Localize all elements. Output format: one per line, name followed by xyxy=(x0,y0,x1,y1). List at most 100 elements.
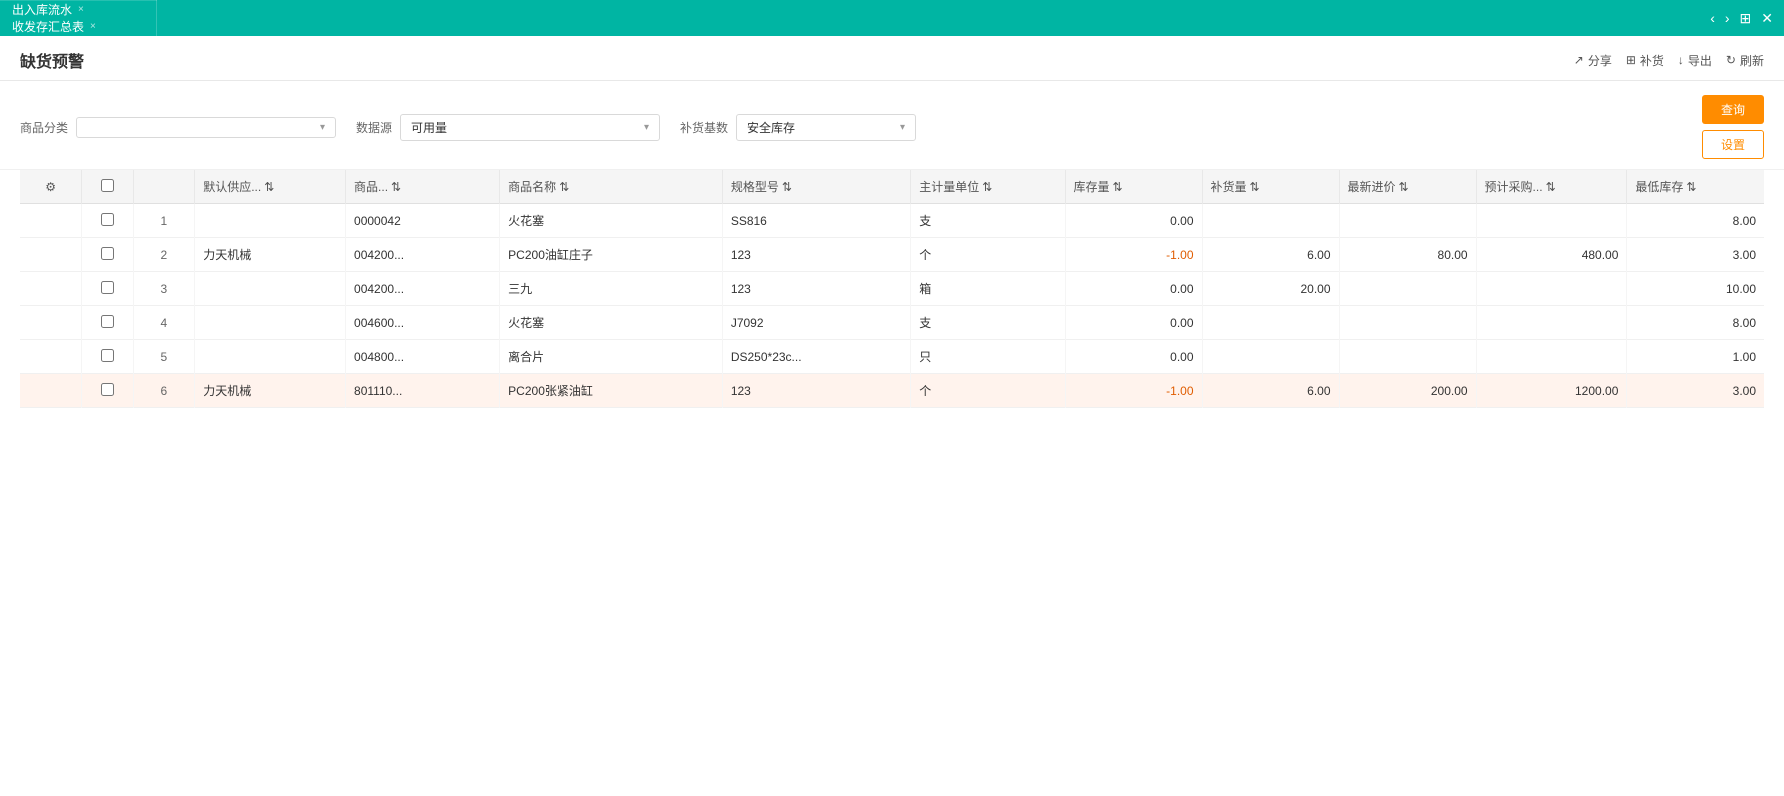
table-row: 3 004200... 三九 123 箱 0.00 20.00 10.00 xyxy=(20,272,1764,306)
restock-base-select[interactable]: 安全库存 ▾ xyxy=(736,114,916,141)
nav-next-btn[interactable]: › xyxy=(1720,8,1735,28)
restock-base-arrow-icon: ▾ xyxy=(900,122,905,133)
nav-tab-close-inOut[interactable]: × xyxy=(78,4,84,15)
cell-num-2: 3 xyxy=(133,272,195,306)
cell-setting-4 xyxy=(20,340,82,374)
nav-tab-recSum[interactable]: 收发存汇总表× xyxy=(0,18,157,35)
share-icon: ↗ xyxy=(1574,53,1584,67)
cell-spec-2: 123 xyxy=(722,272,910,306)
sort-spec-icon: ⇅ xyxy=(782,180,792,194)
cell-check-2[interactable] xyxy=(82,272,133,306)
nav-tabs: 首页拣货异常处理×现存量（库存状况表）×现存量（库存分布表）×库存批次账×出入库… xyxy=(0,0,157,36)
cell-purchase-0 xyxy=(1476,204,1627,238)
th-check[interactable] xyxy=(82,170,133,204)
th-purchase-label: 预计采购... xyxy=(1485,178,1543,195)
nav-tab-label-reqStat: 要货单统计表 xyxy=(12,35,84,36)
th-supplier-label: 默认供应... xyxy=(203,178,261,195)
cell-num-1: 2 xyxy=(133,238,195,272)
export-button[interactable]: ↓ 导出 xyxy=(1678,52,1712,69)
row-checkbox-0[interactable] xyxy=(101,213,114,226)
sort-restock-icon: ⇅ xyxy=(1250,180,1260,194)
row-checkbox-1[interactable] xyxy=(101,247,114,260)
th-min-stock[interactable]: 最低库存 ⇅ xyxy=(1627,170,1764,204)
sort-unit-icon: ⇅ xyxy=(982,180,992,194)
sort-min-stock-icon: ⇅ xyxy=(1686,180,1696,194)
th-supplier[interactable]: 默认供应... ⇅ xyxy=(195,170,346,204)
row-checkbox-3[interactable] xyxy=(101,315,114,328)
refresh-icon: ↻ xyxy=(1726,53,1736,67)
sort-supplier-icon: ⇅ xyxy=(264,180,274,194)
settings-button[interactable]: 设置 xyxy=(1702,130,1764,159)
cell-supplier-3 xyxy=(195,306,346,340)
th-price-label: 最新进价 xyxy=(1348,178,1396,195)
share-button[interactable]: ↗ 分享 xyxy=(1574,52,1612,69)
datasource-select-value: 可用量 xyxy=(411,119,636,136)
cell-check-0[interactable] xyxy=(82,204,133,238)
refresh-button[interactable]: ↻ 刷新 xyxy=(1726,52,1764,69)
shortage-table: ⚙ 默认供应... ⇅ 商品... xyxy=(20,170,1764,408)
restock-base-filter-group: 补货基数 安全库存 ▾ xyxy=(680,114,916,141)
cell-stock-4: 0.00 xyxy=(1065,340,1202,374)
th-unit[interactable]: 主计量单位 ⇅ xyxy=(911,170,1065,204)
cell-setting-1 xyxy=(20,238,82,272)
th-restock[interactable]: 补货量 ⇅ xyxy=(1202,170,1339,204)
cell-check-5[interactable] xyxy=(82,374,133,408)
filter-area: 商品分类 ▾ 数据源 可用量 ▾ 补货基数 安全库存 ▾ 查询 设置 xyxy=(0,81,1784,170)
table-header-row: ⚙ 默认供应... ⇅ 商品... xyxy=(20,170,1764,204)
restock-icon: ⊞ xyxy=(1626,53,1636,67)
datasource-select[interactable]: 可用量 ▾ xyxy=(400,114,660,141)
nav-prev-btn[interactable]: ‹ xyxy=(1705,8,1720,28)
cell-restock-5: 6.00 xyxy=(1202,374,1339,408)
table-row: 1 0000042 火花塞 SS816 支 0.00 8.00 xyxy=(20,204,1764,238)
cell-min-stock-2: 10.00 xyxy=(1627,272,1764,306)
th-purchase[interactable]: 预计采购... ⇅ xyxy=(1476,170,1627,204)
th-setting[interactable]: ⚙ xyxy=(20,170,82,204)
th-code[interactable]: 商品... ⇅ xyxy=(346,170,500,204)
category-filter-group: 商品分类 ▾ xyxy=(20,117,336,138)
cell-unit-4: 只 xyxy=(911,340,1065,374)
cell-name-0: 火花塞 xyxy=(500,204,723,238)
cell-price-4 xyxy=(1339,340,1476,374)
export-icon: ↓ xyxy=(1678,53,1684,67)
select-all-checkbox[interactable] xyxy=(101,179,114,192)
th-name[interactable]: 商品名称 ⇅ xyxy=(500,170,723,204)
th-stock[interactable]: 库存量 ⇅ xyxy=(1065,170,1202,204)
cell-code-0: 0000042 xyxy=(346,204,500,238)
th-stock-label: 库存量 xyxy=(1074,178,1110,195)
row-checkbox-4[interactable] xyxy=(101,349,114,362)
th-num xyxy=(133,170,195,204)
cell-code-2: 004200... xyxy=(346,272,500,306)
restock-base-label: 补货基数 xyxy=(680,119,728,136)
table-row: 6 力天机械 801110... PC200张紧油缸 123 个 -1.00 6… xyxy=(20,374,1764,408)
table-row: 2 力天机械 004200... PC200油缸庄子 123 个 -1.00 6… xyxy=(20,238,1764,272)
row-checkbox-2[interactable] xyxy=(101,281,114,294)
cell-price-3 xyxy=(1339,306,1476,340)
row-checkbox-5[interactable] xyxy=(101,383,114,396)
category-select[interactable]: ▾ xyxy=(76,117,336,138)
query-button[interactable]: 查询 xyxy=(1702,95,1764,124)
th-price[interactable]: 最新进价 ⇅ xyxy=(1339,170,1476,204)
sort-code-icon: ⇅ xyxy=(391,180,401,194)
cell-stock-5: -1.00 xyxy=(1065,374,1202,408)
cell-stock-0: 0.00 xyxy=(1065,204,1202,238)
cell-purchase-1: 480.00 xyxy=(1476,238,1627,272)
nav-restore-btn[interactable]: ⊞ xyxy=(1735,8,1757,29)
cell-check-3[interactable] xyxy=(82,306,133,340)
table-area: ⚙ 默认供应... ⇅ 商品... xyxy=(0,170,1784,408)
cell-restock-3 xyxy=(1202,306,1339,340)
cell-purchase-4 xyxy=(1476,340,1627,374)
cell-code-1: 004200... xyxy=(346,238,500,272)
cell-code-4: 004800... xyxy=(346,340,500,374)
nav-tab-inOut[interactable]: 出入库流水× xyxy=(0,1,157,18)
cell-check-1[interactable] xyxy=(82,238,133,272)
sort-name-icon: ⇅ xyxy=(559,180,569,194)
restock-button[interactable]: ⊞ 补货 xyxy=(1626,52,1664,69)
cell-check-4[interactable] xyxy=(82,340,133,374)
cell-restock-4 xyxy=(1202,340,1339,374)
th-spec[interactable]: 规格型号 ⇅ xyxy=(722,170,910,204)
nav-tab-close-recSum[interactable]: × xyxy=(90,21,96,32)
nav-close-btn[interactable]: ✕ xyxy=(1756,8,1778,29)
nav-tab-reqStat[interactable]: 要货单统计表× xyxy=(0,35,157,36)
sort-purchase-icon: ⇅ xyxy=(1546,180,1556,194)
cell-restock-2: 20.00 xyxy=(1202,272,1339,306)
